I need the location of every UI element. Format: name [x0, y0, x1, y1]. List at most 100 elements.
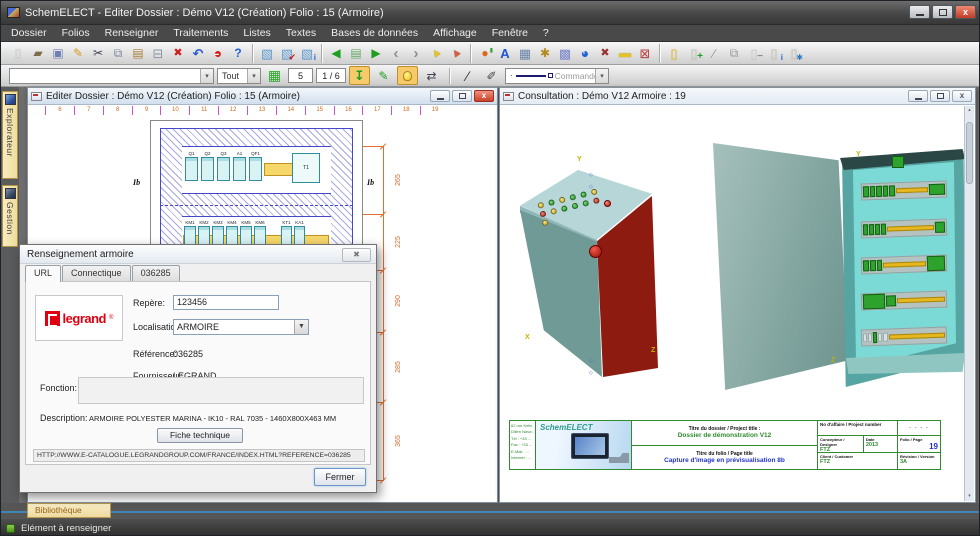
open-folder-icon[interactable]: ▰ [28, 44, 48, 63]
menu-item[interactable]: Renseigner [105, 27, 159, 39]
paste-icon[interactable]: ▤ [128, 44, 148, 63]
component-symbol[interactable]: QF1 [249, 151, 262, 181]
menu-item[interactable]: ? [543, 27, 549, 39]
tab-reference[interactable]: 036285 [131, 265, 180, 281]
insert-component-3d-icon[interactable]: ● ▮ [475, 44, 495, 63]
menu-item[interactable]: Fenêtre [492, 27, 528, 39]
next-icon[interactable]: › [406, 44, 426, 63]
scroll-down-icon[interactable]: ▾ [965, 492, 974, 501]
pointer-yellow-icon[interactable]: ▲ [426, 44, 446, 63]
menu-item[interactable]: Traitements [173, 27, 228, 39]
line-tool-button[interactable]: ∕ [457, 66, 478, 85]
grid-step-input[interactable]: 5 [288, 68, 313, 83]
menu-item[interactable]: Folios [62, 27, 90, 39]
dialog-close-button[interactable]: ✖ [342, 248, 371, 262]
consultation-minimize-button[interactable] [908, 90, 928, 102]
file-info-icon[interactable]: ▯ i [764, 44, 784, 63]
line-style-combo[interactable]: · Commande ▾ [505, 67, 609, 84]
consultation-maximize-button[interactable] [930, 90, 950, 102]
consultation-close-button[interactable]: x [952, 90, 972, 102]
file-remove-disabled-icon[interactable]: ▯ − [744, 44, 764, 63]
symbol-family-combo[interactable]: ▾ [9, 67, 214, 84]
folio-list-icon[interactable]: ▤ [346, 44, 366, 63]
vertical-scrollbar[interactable]: ▴ ▾ [964, 106, 974, 501]
image-info-icon[interactable]: ▧ i [297, 44, 317, 63]
scope-combo[interactable]: Tout ▾ [217, 67, 261, 84]
place-symbol-toggle[interactable]: ↧ [349, 66, 370, 85]
grid-toggle[interactable]: ▦ [264, 66, 285, 85]
ruler-icon[interactable]: ▬ [615, 44, 635, 63]
print-icon[interactable]: ⊟ [148, 44, 168, 63]
component-symbol[interactable]: KT1 [281, 220, 292, 246]
close-window-icon[interactable]: ⊠ [635, 44, 655, 63]
delete-icon[interactable]: ✖ [168, 44, 188, 63]
menu-item[interactable]: Affichage [433, 27, 477, 39]
line-edit-disabled-icon[interactable]: ∕ [704, 44, 724, 63]
copy-icon[interactable]: ⧉ [108, 44, 128, 63]
file-settings-icon[interactable]: ▯ ✱ [784, 44, 804, 63]
dialog-title-bar[interactable]: Renseignement armoire [20, 245, 376, 264]
sidebar-tab-gestion[interactable]: Gestion [2, 185, 18, 247]
component-symbol[interactable]: KA1 [294, 220, 305, 246]
component-symbol[interactable]: Q2 [201, 151, 214, 181]
image-check-icon[interactable]: ▧ ✔ [277, 44, 297, 63]
component-symbol[interactable]: A1 [233, 151, 246, 181]
previous-icon[interactable]: ‹ [386, 44, 406, 63]
menu-item[interactable]: Bases de données [331, 27, 418, 39]
info-icon[interactable]: ● i [575, 44, 595, 63]
first-folio-icon[interactable]: ◀ [326, 44, 346, 63]
cut-icon[interactable]: ✂ [88, 44, 108, 63]
next-folio-icon[interactable]: ▶ [366, 44, 386, 63]
menu-item[interactable]: Listes [243, 27, 270, 39]
pointer-red-icon[interactable]: ▲ [446, 44, 466, 63]
localisation-select[interactable]: ARMOIRE ▼ [173, 319, 309, 335]
image-icon[interactable]: ▧ [257, 44, 277, 63]
component-symbol[interactable]: Q1 [185, 151, 198, 181]
swap-toggle[interactable]: ⇄ [421, 66, 442, 85]
component-symbol[interactable]: Q3 [217, 151, 230, 181]
window-close-button[interactable]: x [955, 5, 976, 19]
editor-title-bar[interactable]: Editer Dossier : Démo V12 (Création) Fol… [28, 88, 497, 105]
edit-pencil-icon[interactable]: ✎ [68, 44, 88, 63]
transformer-symbol[interactable]: T1 [292, 153, 320, 183]
file-add-icon[interactable]: ▯ + [684, 44, 704, 63]
draw-pencil-toggle[interactable]: ✎ [373, 66, 394, 85]
lamp-toggle[interactable] [397, 66, 418, 85]
tools-icon[interactable]: ✱ [535, 44, 555, 63]
scrollbar-thumb[interactable] [966, 122, 973, 184]
fonction-input[interactable] [78, 377, 364, 404]
menu-item[interactable]: Dossier [11, 27, 47, 39]
revision-value: 3A [900, 459, 908, 465]
table-icon[interactable]: ▦ [515, 44, 535, 63]
menu-item[interactable]: Textes [286, 27, 316, 39]
measure-cross-icon[interactable]: ✖ [595, 44, 615, 63]
fiche-technique-button[interactable]: Fiche technique [157, 428, 243, 443]
window-minimize-button[interactable] [909, 5, 930, 19]
url-field[interactable]: HTTP://WWW.E-CATALOGUE.LEGRANDGROUP.COM/… [33, 449, 365, 462]
new-document-icon[interactable]: ▯ [8, 44, 28, 63]
scroll-up-icon[interactable]: ▴ [965, 106, 974, 115]
text-icon[interactable]: A [495, 44, 515, 63]
repere-input[interactable]: 123456 [173, 295, 279, 310]
folio-page-indicator[interactable]: 1 / 6 [316, 68, 346, 83]
title-bar[interactable]: SchemELECT - Editer Dossier : Démo V12 (… [1, 1, 979, 25]
editor-maximize-button[interactable] [452, 90, 472, 102]
sidebar-tab-explorateur[interactable]: Explorateur [2, 91, 18, 179]
stop-icon[interactable]: ● ▬ [208, 44, 228, 63]
editor-close-button[interactable]: x [474, 90, 494, 102]
tab-connectique[interactable]: Connectique [62, 265, 131, 281]
consultation-title-bar[interactable]: Consultation : Démo V12 Armoire : 19 x [500, 88, 975, 105]
link-disabled-icon[interactable]: ⧉ [724, 44, 744, 63]
erase-tool-button[interactable]: ✐ [481, 66, 502, 85]
viewer-3d-canvas[interactable]: Y X Z ◇ ◇ ◇ ◇ Y Z 62 rue Kelin Dillen Na… [501, 106, 964, 501]
bibliotheque-tab[interactable]: Bibliothèque [27, 503, 111, 518]
undo-icon[interactable]: ↶ [188, 44, 208, 63]
new-file-icon[interactable]: ▯ [664, 44, 684, 63]
window-maximize-button[interactable] [932, 5, 953, 19]
save-icon[interactable]: ▣ [48, 44, 68, 63]
tab-url[interactable]: URL [25, 265, 62, 282]
selection-mesh-icon[interactable]: ▩ [555, 44, 575, 63]
editor-minimize-button[interactable] [430, 90, 450, 102]
fermer-button[interactable]: Fermer [314, 468, 366, 486]
help-icon[interactable]: ? [228, 44, 248, 63]
